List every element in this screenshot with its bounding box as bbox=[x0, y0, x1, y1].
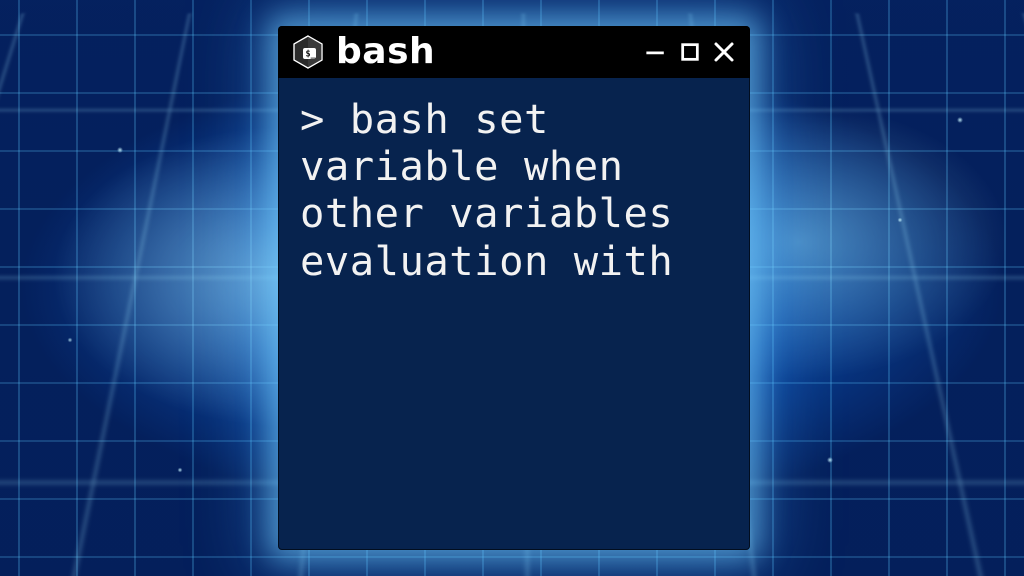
terminal-window: $_ bash > bash set variable bbox=[278, 26, 750, 550]
svg-text:$_: $_ bbox=[306, 50, 317, 60]
window-controls bbox=[644, 40, 736, 64]
maximize-button[interactable] bbox=[678, 40, 702, 64]
command-text: bash set variable when other variables e… bbox=[300, 95, 673, 285]
prompt-symbol: > bbox=[300, 95, 350, 143]
bash-hex-icon: $_ bbox=[290, 34, 326, 70]
titlebar[interactable]: $_ bash bbox=[278, 26, 750, 78]
terminal-body[interactable]: > bash set variable when other variables… bbox=[278, 78, 750, 550]
app-title: bash bbox=[336, 34, 435, 70]
minimize-button[interactable] bbox=[644, 40, 668, 64]
close-button[interactable] bbox=[712, 40, 736, 64]
